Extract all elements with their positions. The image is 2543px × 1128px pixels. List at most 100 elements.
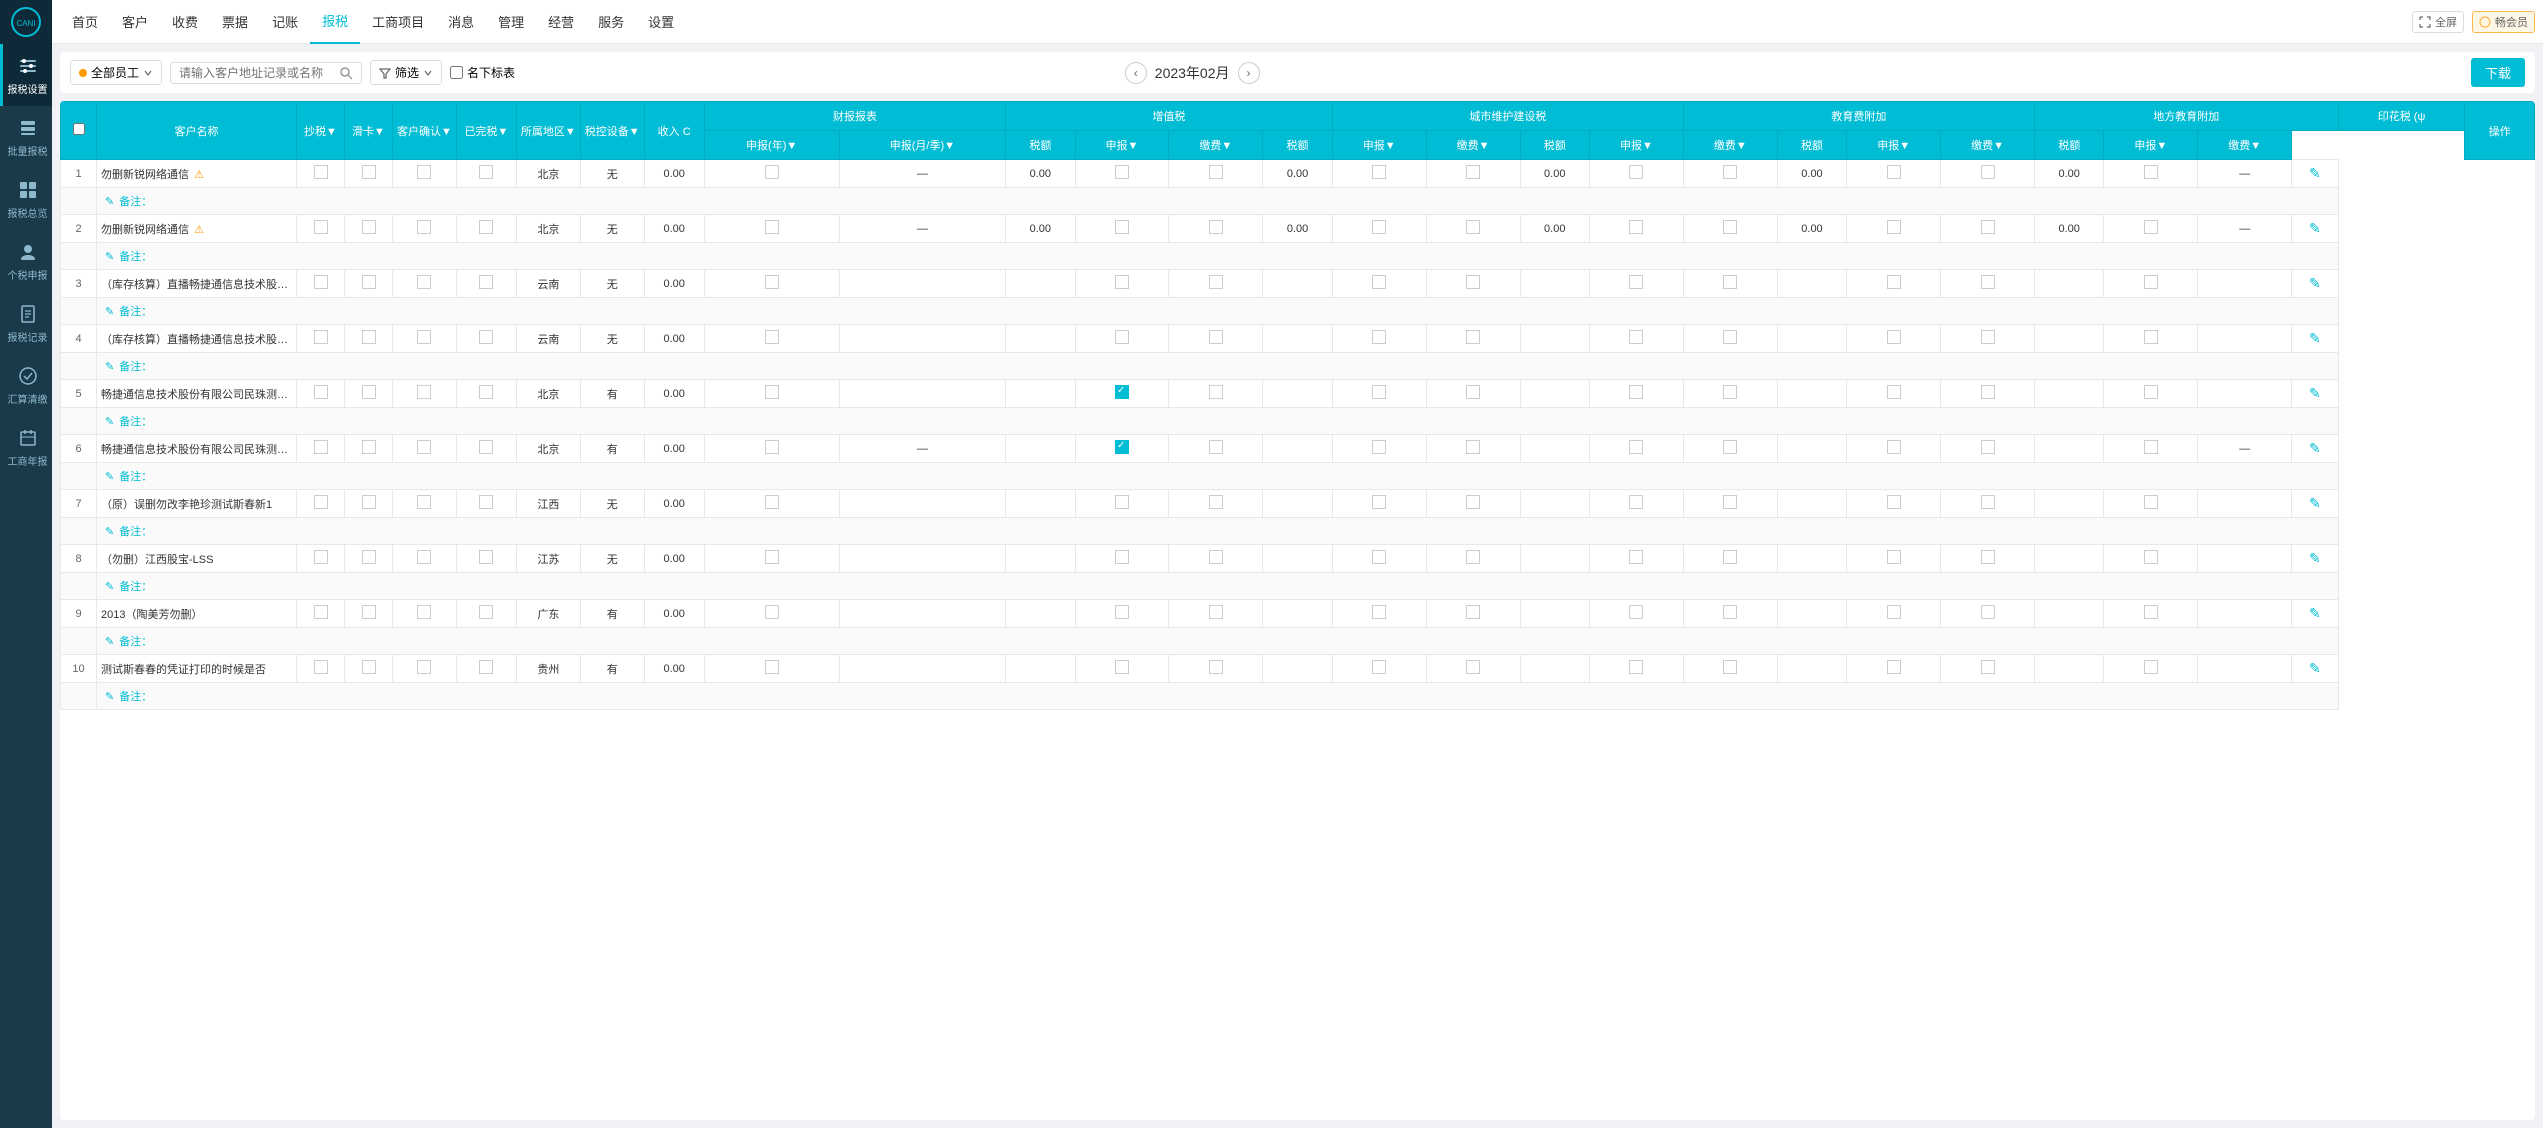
- confirm-cell[interactable]: [393, 270, 457, 298]
- th-checkbox[interactable]: [61, 102, 97, 160]
- empty-checkbox[interactable]: [1887, 440, 1901, 454]
- empty-checkbox[interactable]: [1372, 495, 1386, 509]
- th-fin-year[interactable]: 申报(年)▼: [704, 131, 839, 160]
- empty-checkbox[interactable]: [1372, 330, 1386, 344]
- chaoshu-cell[interactable]: [297, 215, 345, 243]
- fin-year-cell[interactable]: [704, 490, 839, 518]
- local-jiao-cell[interactable]: [1941, 435, 2035, 463]
- empty-checkbox[interactable]: [1887, 605, 1901, 619]
- sidebar-item-baoshui-settings[interactable]: 报税设置: [0, 44, 52, 106]
- local-shen-cell[interactable]: [1847, 270, 1941, 298]
- city-jiao-cell[interactable]: [1426, 435, 1520, 463]
- empty-checkbox[interactable]: [1115, 550, 1129, 564]
- empty-checkbox[interactable]: [1629, 330, 1643, 344]
- empty-checkbox[interactable]: [1466, 495, 1480, 509]
- ops-cell[interactable]: ✎: [2292, 325, 2338, 353]
- empty-checkbox[interactable]: [1981, 385, 1995, 399]
- empty-checkbox[interactable]: [1372, 385, 1386, 399]
- empty-checkbox[interactable]: [1372, 660, 1386, 674]
- empty-checkbox[interactable]: [1723, 550, 1737, 564]
- local-shen-cell[interactable]: [1847, 380, 1941, 408]
- empty-checkbox[interactable]: [2144, 605, 2158, 619]
- empty-checkbox[interactable]: [1209, 220, 1223, 234]
- note-cell[interactable]: ✎ 备注：: [97, 243, 2339, 270]
- empty-checkbox[interactable]: [1372, 220, 1386, 234]
- edit-icon[interactable]: ✎: [2309, 440, 2321, 456]
- th-confirm[interactable]: 客户确认▼: [393, 102, 457, 160]
- edu-jiao-cell[interactable]: [1683, 325, 1777, 353]
- empty-checkbox[interactable]: [1981, 440, 1995, 454]
- nav-settings[interactable]: 设置: [636, 0, 686, 44]
- ops-cell[interactable]: ✎: [2292, 545, 2338, 573]
- th-device[interactable]: 税控设备▼: [580, 102, 644, 160]
- fin-year-cell[interactable]: [704, 270, 839, 298]
- city-jiao-cell[interactable]: [1426, 655, 1520, 683]
- empty-checkbox[interactable]: [1981, 550, 1995, 564]
- vat-shen-cell[interactable]: [1075, 270, 1169, 298]
- edu-shen-cell[interactable]: [1590, 600, 1684, 628]
- empty-checkbox[interactable]: [1887, 220, 1901, 234]
- th-city-jiao[interactable]: 缴费▼: [1426, 131, 1520, 160]
- city-shen-cell[interactable]: [1332, 380, 1426, 408]
- vat-shen-cell[interactable]: [1075, 545, 1169, 573]
- confirm-cell[interactable]: [393, 380, 457, 408]
- chaoshu-cell[interactable]: [297, 325, 345, 353]
- paid-cell[interactable]: [456, 655, 516, 683]
- empty-checkbox[interactable]: [1209, 660, 1223, 674]
- local-jiao-cell[interactable]: [1941, 270, 2035, 298]
- empty-checkbox[interactable]: [2144, 495, 2158, 509]
- local-jiao-cell[interactable]: [1941, 325, 2035, 353]
- empty-checkbox[interactable]: [1209, 330, 1223, 344]
- edit-icon[interactable]: ✎: [2309, 165, 2321, 181]
- member-button[interactable]: 畅会员: [2472, 11, 2535, 33]
- edu-shen-cell[interactable]: [1590, 270, 1684, 298]
- nav-bookkeeping[interactable]: 记账: [260, 0, 310, 44]
- sidebar-item-records[interactable]: 报税记录: [0, 292, 52, 354]
- empty-checkbox[interactable]: [1209, 385, 1223, 399]
- confirm-cell[interactable]: [393, 655, 457, 683]
- vat-jiao-cell[interactable]: [1169, 270, 1263, 298]
- edu-shen-cell[interactable]: [1590, 435, 1684, 463]
- fin-year-cell[interactable]: [704, 435, 839, 463]
- empty-checkbox[interactable]: [417, 550, 431, 564]
- local-jiao-cell[interactable]: [1941, 545, 2035, 573]
- huaka-cell[interactable]: [345, 160, 393, 188]
- chaoshu-cell[interactable]: [297, 600, 345, 628]
- empty-checkbox[interactable]: [1115, 220, 1129, 234]
- edit-icon[interactable]: ✎: [2309, 275, 2321, 291]
- city-shen-cell[interactable]: [1332, 490, 1426, 518]
- nav-messages[interactable]: 消息: [436, 0, 486, 44]
- empty-checkbox[interactable]: [314, 440, 328, 454]
- nav-billing[interactable]: 收费: [160, 0, 210, 44]
- empty-checkbox[interactable]: [314, 605, 328, 619]
- confirm-cell[interactable]: [393, 490, 457, 518]
- empty-checkbox[interactable]: [479, 495, 493, 509]
- vat-shen-cell[interactable]: [1075, 215, 1169, 243]
- edu-shen-cell[interactable]: [1590, 215, 1684, 243]
- empty-checkbox[interactable]: [1629, 220, 1643, 234]
- empty-checkbox[interactable]: [1115, 275, 1129, 289]
- chaoshu-cell[interactable]: [297, 545, 345, 573]
- empty-checkbox[interactable]: [1723, 165, 1737, 179]
- chaoshu-cell[interactable]: [297, 270, 345, 298]
- edit-icon[interactable]: ✎: [2309, 495, 2321, 511]
- empty-checkbox[interactable]: [1723, 440, 1737, 454]
- edu-jiao-cell[interactable]: [1683, 655, 1777, 683]
- empty-checkbox[interactable]: [314, 550, 328, 564]
- chaoshu-cell[interactable]: [297, 160, 345, 188]
- note-cell[interactable]: ✎ 备注：: [97, 518, 2339, 545]
- empty-checkbox[interactable]: [1466, 385, 1480, 399]
- huaka-cell[interactable]: [345, 215, 393, 243]
- empty-checkbox[interactable]: [479, 385, 493, 399]
- local-jiao-cell[interactable]: [1941, 160, 2035, 188]
- empty-checkbox[interactable]: [2144, 220, 2158, 234]
- employee-filter-select[interactable]: 全部员工: [70, 60, 162, 85]
- download-button[interactable]: 下载: [2471, 58, 2525, 87]
- city-shen-cell[interactable]: [1332, 435, 1426, 463]
- vat-jiao-cell[interactable]: [1169, 380, 1263, 408]
- empty-checkbox[interactable]: [362, 660, 376, 674]
- vat-jiao-cell[interactable]: [1169, 655, 1263, 683]
- empty-checkbox[interactable]: [1981, 495, 1995, 509]
- paid-cell[interactable]: [456, 435, 516, 463]
- th-income[interactable]: 收入 C: [644, 102, 704, 160]
